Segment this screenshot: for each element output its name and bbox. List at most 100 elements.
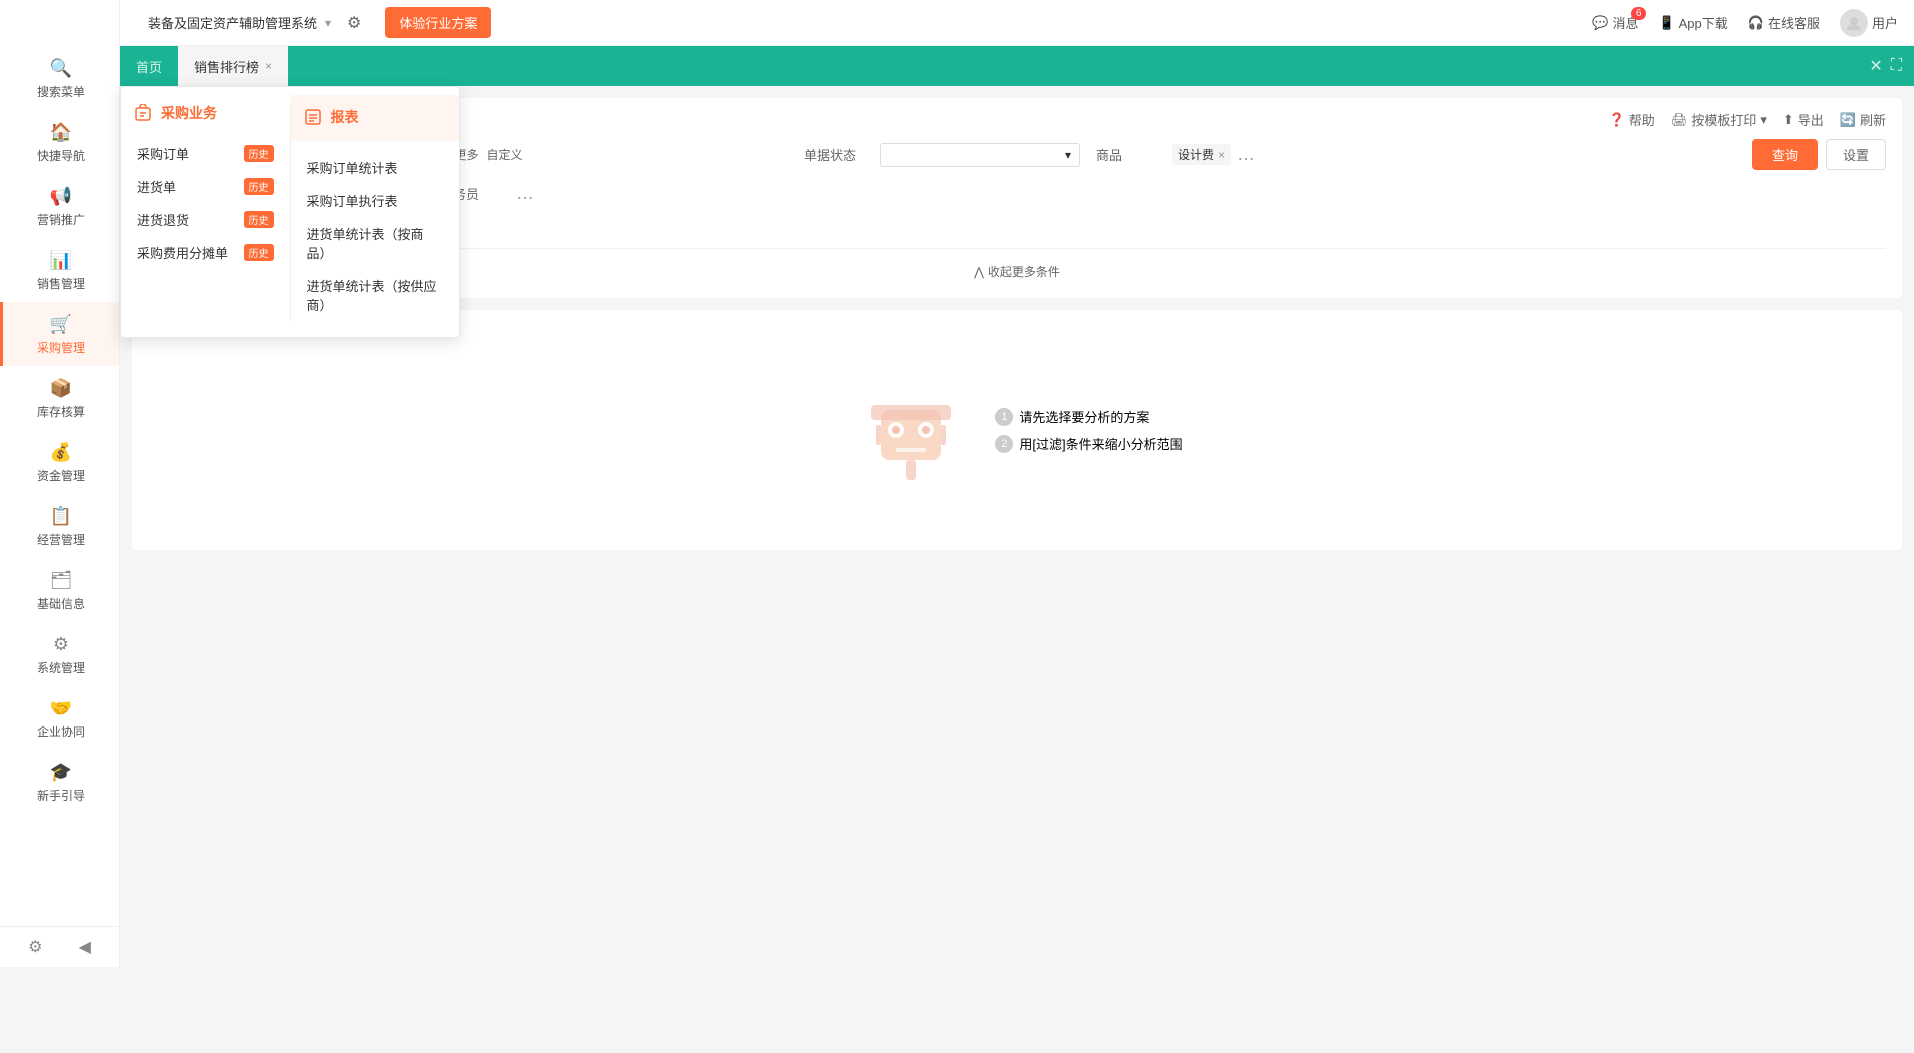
- print-icon: 🖨: [1671, 112, 1688, 128]
- online-service-label: 在线客服: [1768, 13, 1820, 32]
- sidebar-item-basic-info[interactable]: 🗂 基础信息: [0, 558, 119, 622]
- system-title: 装备及固定资产辅助管理系统 ▾ ⚙: [148, 13, 361, 33]
- online-service-action[interactable]: 🎧 在线客服: [1748, 13, 1820, 32]
- empty-tips: 1 请先选择要分析的方案 2 用[过滤]条件来缩小分析范围: [995, 407, 1182, 453]
- app-download-action[interactable]: 📱 App下载: [1658, 13, 1727, 32]
- system-settings-icon[interactable]: ⚙: [347, 13, 361, 33]
- date-custom-btn[interactable]: 自定义: [487, 146, 523, 163]
- empty-tip-1: 1 请先选择要分析的方案: [995, 407, 1182, 426]
- sidebar-item-operations[interactable]: 📋 经营管理: [0, 494, 119, 558]
- money-icon: 💰: [50, 442, 72, 463]
- report-section: 报表 采购订单统计表 采购订单执行表 进货单统计表（按商品） 进货单统计表（按供…: [291, 95, 460, 329]
- sidebar-label-guide: 新手引导: [37, 787, 85, 804]
- sidebar-label-inventory: 库存核算: [37, 403, 85, 420]
- report-header-inner: 报表: [303, 107, 448, 131]
- bill-status-dropdown-icon: ▾: [1065, 148, 1071, 162]
- product-tag: 设计费 ×: [1172, 144, 1231, 165]
- collapse-btn[interactable]: ⋀ 收起更多条件: [974, 257, 1060, 286]
- empty-tip-2: 2 用[过滤]条件来缩小分析范围: [995, 434, 1182, 453]
- purchase-section-icon: [133, 103, 153, 123]
- bill-status-label: 单据状态: [804, 145, 864, 164]
- sidebar-label-enterprise: 企业协同: [37, 723, 85, 740]
- query-btn[interactable]: 查询: [1752, 139, 1818, 170]
- sidebar-label-quick-nav: 快捷导航: [37, 147, 85, 164]
- settings-btn[interactable]: 设置: [1826, 139, 1886, 170]
- box-icon: 📦: [50, 378, 72, 399]
- sidebar-label-operations: 经营管理: [37, 531, 85, 548]
- help-btn[interactable]: ❓ 帮助: [1609, 110, 1655, 129]
- tab-bar: 首页 销售排行榜 × ✕ ⛶: [120, 46, 1914, 86]
- phone-icon: 📱: [1658, 15, 1674, 31]
- sidebar-item-sales[interactable]: 📊 销售管理: [0, 238, 119, 302]
- purchase-section: 采购业务 采购订单 历史 进货单 历史 进货退货 历史 采购费用分摊单 历史: [121, 95, 290, 329]
- empty-illustration: [851, 370, 971, 490]
- export-btn[interactable]: ⬆ 导出: [1783, 110, 1824, 129]
- refresh-btn[interactable]: 🔄 刷新: [1840, 110, 1886, 129]
- message-action[interactable]: 💬 消息 6: [1592, 13, 1638, 32]
- print-dropdown-icon: ▾: [1760, 112, 1767, 128]
- message-badge: 6: [1631, 7, 1647, 20]
- dropdown-item-receipt-supplier[interactable]: 进货单统计表（按供应商）: [303, 269, 448, 321]
- gear-icon: ⚙: [53, 634, 69, 655]
- dropdown-item-order-exec[interactable]: 采购订单执行表: [303, 184, 448, 217]
- dropdown-item-expense[interactable]: 采购费用分摊单 历史: [133, 236, 278, 269]
- tab-home-label: 首页: [136, 57, 162, 76]
- dropdown-item-receipt-product[interactable]: 进货单统计表（按商品）: [303, 217, 448, 269]
- sidebar-label-basic-info: 基础信息: [37, 595, 85, 612]
- tab-ranking-label: 销售排行榜: [194, 57, 259, 76]
- user-avatar: [1840, 9, 1868, 37]
- customer-filter: …: [224, 217, 1886, 238]
- cart-icon: 🛒: [50, 314, 72, 335]
- tab-ranking[interactable]: 销售排行榜 ×: [178, 46, 288, 86]
- tab-bar-actions: ✕ ⛶: [1869, 56, 1914, 76]
- product-filter: 设计费 × …: [1172, 144, 1736, 165]
- tab-maximize-icon[interactable]: ⛶: [1891, 57, 1902, 75]
- product-label: 商品: [1096, 145, 1156, 164]
- salesperson-filter: …: [516, 183, 1886, 204]
- sidebar-label-marketing: 营销推广: [37, 211, 85, 228]
- dropdown-item-purchase-order[interactable]: 采购订单 历史: [133, 137, 278, 170]
- sidebar-collapse-icon[interactable]: ◀: [79, 937, 91, 957]
- sidebar: 🔍 搜索菜单 🏠 快捷导航 📢 营销推广 📊 销售管理 🛒 采购管理 📦 库存核…: [0, 0, 120, 967]
- sidebar-label-purchase: 采购管理: [37, 339, 85, 356]
- dropdown-item-return[interactable]: 进货退货 历史: [133, 203, 278, 236]
- sidebar-item-system[interactable]: ⚙ 系统管理: [0, 622, 119, 686]
- sidebar-item-finance[interactable]: 💰 资金管理: [0, 430, 119, 494]
- database-icon: 🗂: [50, 570, 73, 591]
- sidebar-item-guide[interactable]: 🎓 新手引导: [0, 750, 119, 814]
- system-title-text: 装备及固定资产辅助管理系统: [148, 13, 317, 32]
- headset-icon: 🎧: [1748, 15, 1764, 31]
- sidebar-label-system: 系统管理: [37, 659, 85, 676]
- history-badge-0: 历史: [244, 145, 274, 162]
- tab-home[interactable]: 首页: [120, 46, 178, 86]
- sidebar-item-inventory[interactable]: 📦 库存核算: [0, 366, 119, 430]
- app-download-label: App下载: [1679, 13, 1728, 32]
- user-action[interactable]: 用户: [1840, 9, 1898, 37]
- industry-btn[interactable]: 体验行业方案: [385, 7, 491, 38]
- product-tag-close[interactable]: ×: [1218, 148, 1225, 162]
- sidebar-item-search[interactable]: 🔍 搜索菜单: [0, 46, 119, 110]
- sidebar-label-sales: 销售管理: [37, 275, 85, 292]
- top-header: 6 畅捷通好生意 标准版 装备及固定资产辅助管理系统 ▾ ⚙ 体验行业方案 💬 …: [0, 0, 1914, 46]
- home-icon: 🏠: [50, 122, 72, 143]
- history-badge-1: 历史: [244, 178, 274, 195]
- graduation-icon: 🎓: [50, 762, 72, 783]
- dropdown-menu: 采购业务 采购订单 历史 进货单 历史 进货退货 历史 采购费用分摊单 历史: [120, 86, 460, 338]
- sidebar-item-quick-nav[interactable]: 🏠 快捷导航: [0, 110, 119, 174]
- dropdown-item-order-stats[interactable]: 采购订单统计表: [303, 151, 448, 184]
- dropdown-item-receipt[interactable]: 进货单 历史: [133, 170, 278, 203]
- salesperson-more-btn[interactable]: …: [516, 183, 534, 204]
- tab-ranking-close[interactable]: ×: [265, 59, 272, 73]
- system-dropdown-arrow[interactable]: ▾: [325, 16, 331, 30]
- template-print-btn[interactable]: 🖨 按模板打印 ▾: [1671, 110, 1767, 129]
- tab-close-all-icon[interactable]: ✕: [1869, 56, 1882, 76]
- purchase-section-header: 采购业务: [133, 103, 278, 127]
- header-right: 💬 消息 6 📱 App下载 🎧 在线客服 用户: [1592, 9, 1898, 37]
- sidebar-item-purchase[interactable]: 🛒 采购管理: [0, 302, 119, 366]
- bill-status-select[interactable]: ▾: [880, 143, 1080, 167]
- sidebar-settings-icon[interactable]: ⚙: [28, 937, 42, 957]
- purchase-section-title: 采购业务: [161, 103, 217, 123]
- sidebar-item-enterprise[interactable]: 🤝 企业协同: [0, 686, 119, 750]
- product-more-btn[interactable]: …: [1237, 144, 1255, 165]
- sidebar-item-marketing[interactable]: 📢 营销推广: [0, 174, 119, 238]
